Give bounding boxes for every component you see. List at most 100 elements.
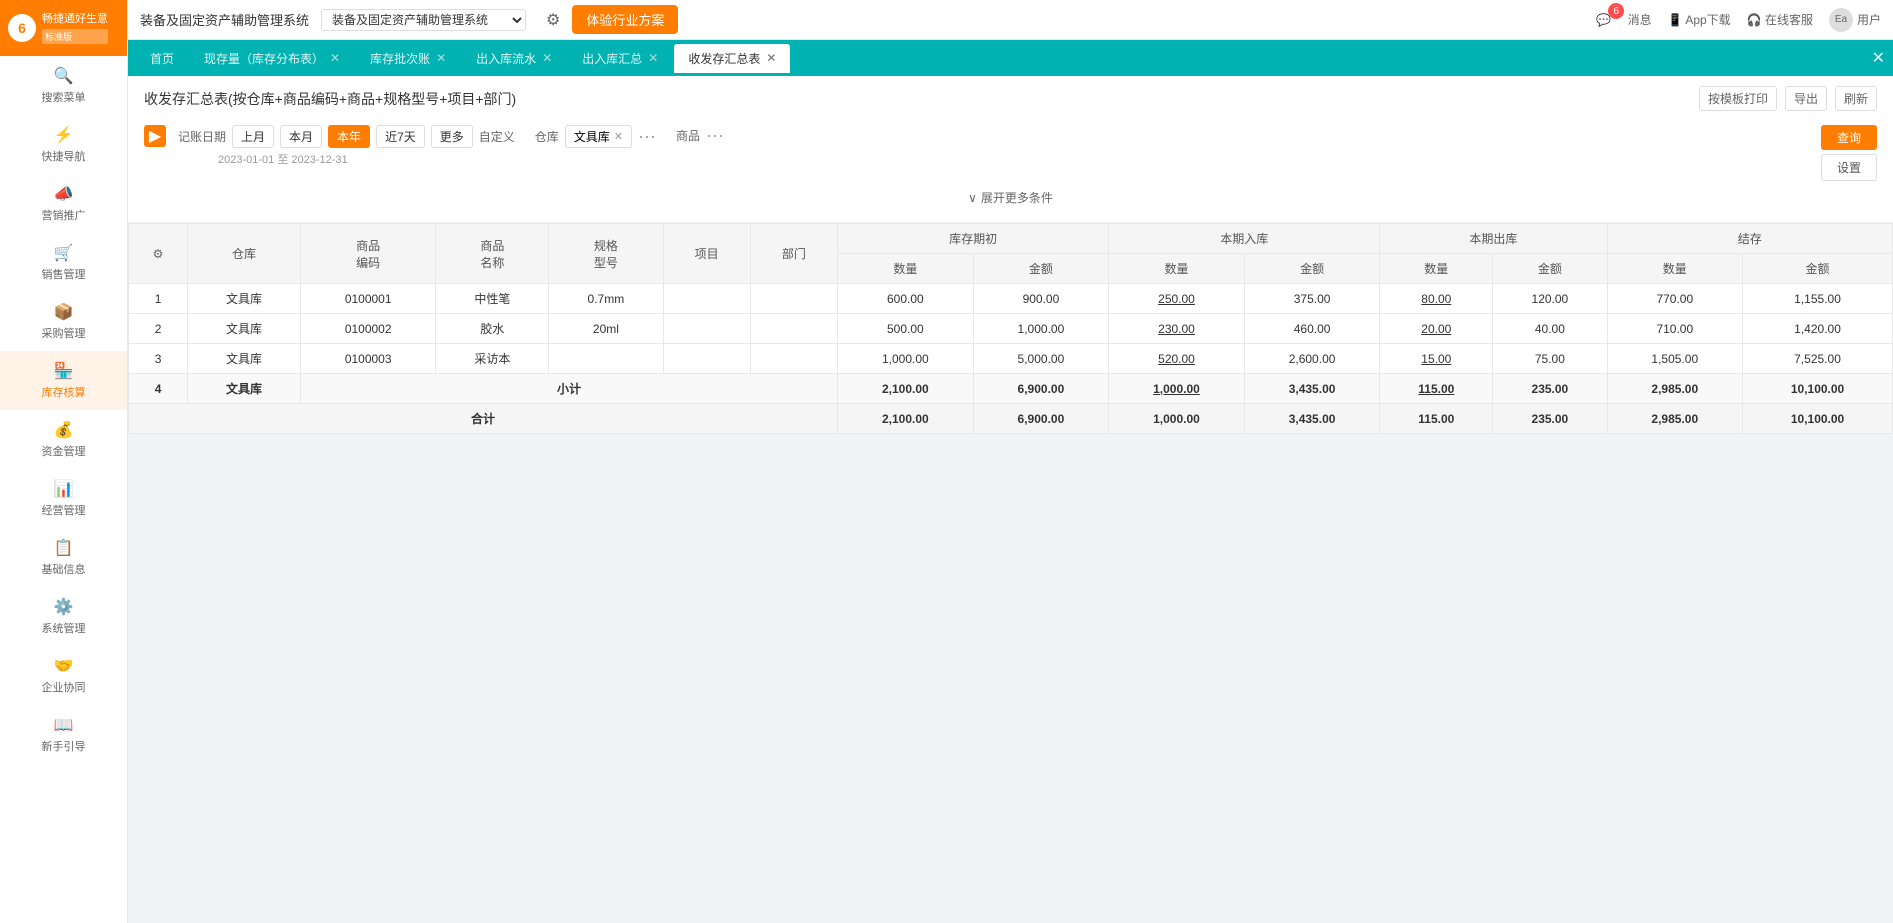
topbar-right: 💬 6 消息 📱 App下载 🎧 在线客服 Ea 用户 <box>1596 8 1881 32</box>
close-all-tabs[interactable]: ✕ <box>1872 48 1885 68</box>
tab-close-recv-send[interactable]: ✕ <box>766 51 776 65</box>
app-badge: 标准版 <box>42 29 108 44</box>
settings-icon[interactable]: ⚙ <box>546 10 560 30</box>
query-btn[interactable]: 查询 <box>1821 125 1877 150</box>
sidebar-item-collab[interactable]: 🤝 企业协同 <box>0 646 127 705</box>
th-open-stock: 库存期初 <box>838 224 1109 254</box>
cell-goods-code: 0100002 <box>300 314 436 344</box>
tab-close-batch[interactable]: ✕ <box>436 51 446 65</box>
goods-filter: 商品 ··· <box>676 125 724 146</box>
tab-stock-dist[interactable]: 现存量（库存分布表） ✕ <box>190 44 354 73</box>
cell-goods-name: 胶水 <box>436 314 549 344</box>
cell-in-qty[interactable]: 230.00 <box>1109 314 1245 344</box>
app-logo: 6 畅捷通好生意 标准版 <box>0 0 127 56</box>
cell-bal-qty: 1,505.00 <box>1607 344 1743 374</box>
cell-open-amt: 900.00 <box>973 284 1109 314</box>
tab-batch[interactable]: 库存批次账 ✕ <box>356 44 460 73</box>
warehouse-tag-close[interactable]: ✕ <box>614 130 623 143</box>
user-menu[interactable]: Ea 用户 <box>1829 8 1881 32</box>
date-btn-prev-month[interactable]: 上月 <box>232 125 274 148</box>
sub-open-amt: 6,900.00 <box>973 374 1109 404</box>
settings-btn[interactable]: 设置 <box>1821 154 1877 181</box>
sidebar-item-sales[interactable]: 🛒 销售管理 <box>0 233 127 292</box>
sub-open-qty: 2,100.00 <box>838 374 974 404</box>
footer-out-amt: 235.00 <box>1493 404 1607 434</box>
expand-more-btn[interactable]: ∨ 展开更多条件 <box>148 185 1873 210</box>
cell-out-qty[interactable]: 15.00 <box>1380 344 1493 374</box>
tab-home[interactable]: 首页 <box>136 44 188 73</box>
message-badge: 6 <box>1608 3 1624 19</box>
tab-bar: 首页 现存量（库存分布表） ✕ 库存批次账 ✕ 出入库流水 ✕ 出入库汇总 ✕ … <box>128 40 1893 76</box>
date-filter-row: 记账日期 上月 本月 本年 近7天 更多 自定义 <box>178 125 515 148</box>
warehouse-label: 仓库 <box>535 128 559 145</box>
cell-bal-qty: 770.00 <box>1607 284 1743 314</box>
tab-close-stock-dist[interactable]: ✕ <box>330 51 340 65</box>
trial-btn[interactable]: 体验行业方案 <box>572 5 678 34</box>
sub-bal-qty: 2,985.00 <box>1607 374 1743 404</box>
page-title: 收发存汇总表(按仓库+商品编码+商品+规格型号+项目+部门) <box>144 89 516 109</box>
sub-label: 小计 <box>300 374 837 404</box>
online-service-btn[interactable]: 🎧 在线客服 <box>1747 11 1813 28</box>
tab-close-summary[interactable]: ✕ <box>648 51 658 65</box>
sidebar-item-inventory[interactable]: 🏪 库存核算 <box>0 351 127 410</box>
sub-out-qty[interactable]: 115.00 <box>1380 374 1493 404</box>
warehouse-more[interactable]: ··· <box>638 126 656 147</box>
messages-btn[interactable]: 💬 6 消息 <box>1596 11 1652 28</box>
sub-in-qty[interactable]: 1,000.00 <box>1109 374 1245 404</box>
table-row: 2 文具库 0100002 胶水 20ml 500.00 1,000.00 23… <box>129 314 1893 344</box>
sidebar: 6 畅捷通好生意 标准版 🔍 搜索菜单 ⚡ 快捷导航 📣 营销推广 🛒 销售管理… <box>0 0 128 923</box>
system-selector[interactable]: 装备及固定资产辅助管理系统 <box>321 9 526 31</box>
cell-dept <box>750 344 837 374</box>
sidebar-item-system[interactable]: ⚙️ 系统管理 <box>0 587 127 646</box>
date-btn-more[interactable]: 更多 <box>431 125 473 148</box>
sales-icon: 🛒 <box>54 243 74 263</box>
cell-out-qty[interactable]: 20.00 <box>1380 314 1493 344</box>
expand-chevron-icon: ∨ <box>968 191 977 205</box>
date-btn-this-month[interactable]: 本月 <box>280 125 322 148</box>
sidebar-item-quick[interactable]: ⚡ 快捷导航 <box>0 115 127 174</box>
date-btn-this-year[interactable]: 本年 <box>328 125 370 148</box>
sub-warehouse: 文具库 <box>188 374 301 404</box>
main-area: 装备及固定资产辅助管理系统 装备及固定资产辅助管理系统 ⚙ 体验行业方案 💬 6… <box>128 0 1893 923</box>
sidebar-item-operations[interactable]: 📊 经营管理 <box>0 469 127 528</box>
collab-icon: 🤝 <box>54 656 74 676</box>
cell-in-qty[interactable]: 520.00 <box>1109 344 1245 374</box>
sidebar-item-finance[interactable]: 💰 资金管理 <box>0 410 127 469</box>
cell-out-qty[interactable]: 80.00 <box>1380 284 1493 314</box>
tab-close-flow[interactable]: ✕ <box>542 51 552 65</box>
cell-bal-amt: 1,420.00 <box>1743 314 1893 344</box>
filter-toggle-btn[interactable]: ▶ <box>144 125 166 147</box>
th-in: 本期入库 <box>1109 224 1380 254</box>
cell-in-qty[interactable]: 250.00 <box>1109 284 1245 314</box>
tab-flow[interactable]: 出入库流水 ✕ <box>462 44 566 73</box>
footer-bal-amt: 10,100.00 <box>1743 404 1893 434</box>
tab-summary[interactable]: 出入库汇总 ✕ <box>568 44 672 73</box>
footer-bal-qty: 2,985.00 <box>1607 404 1743 434</box>
sidebar-item-basic[interactable]: 📋 基础信息 <box>0 528 127 587</box>
print-btn[interactable]: 按模板打印 <box>1699 86 1777 111</box>
sidebar-item-purchase[interactable]: 📦 采购管理 <box>0 292 127 351</box>
export-btn[interactable]: 导出 <box>1785 86 1827 111</box>
th-gear[interactable]: ⚙ <box>129 224 188 284</box>
table-wrap: ⚙ 仓库 商品编码 商品名称 规格型号 项目 部门 库存期初 本期入库 本期出库… <box>128 223 1893 434</box>
expand-more-row: ∨ 展开更多条件 <box>144 181 1877 214</box>
refresh-btn[interactable]: 刷新 <box>1835 86 1877 111</box>
sidebar-item-marketing[interactable]: 📣 营销推广 <box>0 174 127 233</box>
sidebar-item-guide[interactable]: 📖 新手引导 <box>0 705 127 764</box>
tab-recv-send[interactable]: 收发存汇总表 ✕ <box>674 44 790 73</box>
app-download-btn[interactable]: 📱 App下载 <box>1668 11 1731 28</box>
main-table: ⚙ 仓库 商品编码 商品名称 规格型号 项目 部门 库存期初 本期入库 本期出库… <box>128 223 1893 434</box>
search-icon: 🔍 <box>54 66 74 86</box>
inventory-icon: 🏪 <box>54 361 74 381</box>
th-bal-amt: 金额 <box>1743 254 1893 284</box>
cell-out-amt: 75.00 <box>1493 344 1607 374</box>
th-warehouse: 仓库 <box>188 224 301 284</box>
cell-goods-code: 0100001 <box>300 284 436 314</box>
sidebar-item-search[interactable]: 🔍 搜索菜单 <box>0 56 127 115</box>
date-btn-7days[interactable]: 近7天 <box>376 125 425 148</box>
goods-more[interactable]: ··· <box>706 125 724 146</box>
topbar: 装备及固定资产辅助管理系统 装备及固定资产辅助管理系统 ⚙ 体验行业方案 💬 6… <box>128 0 1893 40</box>
content-area: 收发存汇总表(按仓库+商品编码+商品+规格型号+项目+部门) 按模板打印 导出 … <box>128 76 1893 923</box>
operations-icon: 📊 <box>54 479 74 499</box>
cell-bal-qty: 710.00 <box>1607 314 1743 344</box>
